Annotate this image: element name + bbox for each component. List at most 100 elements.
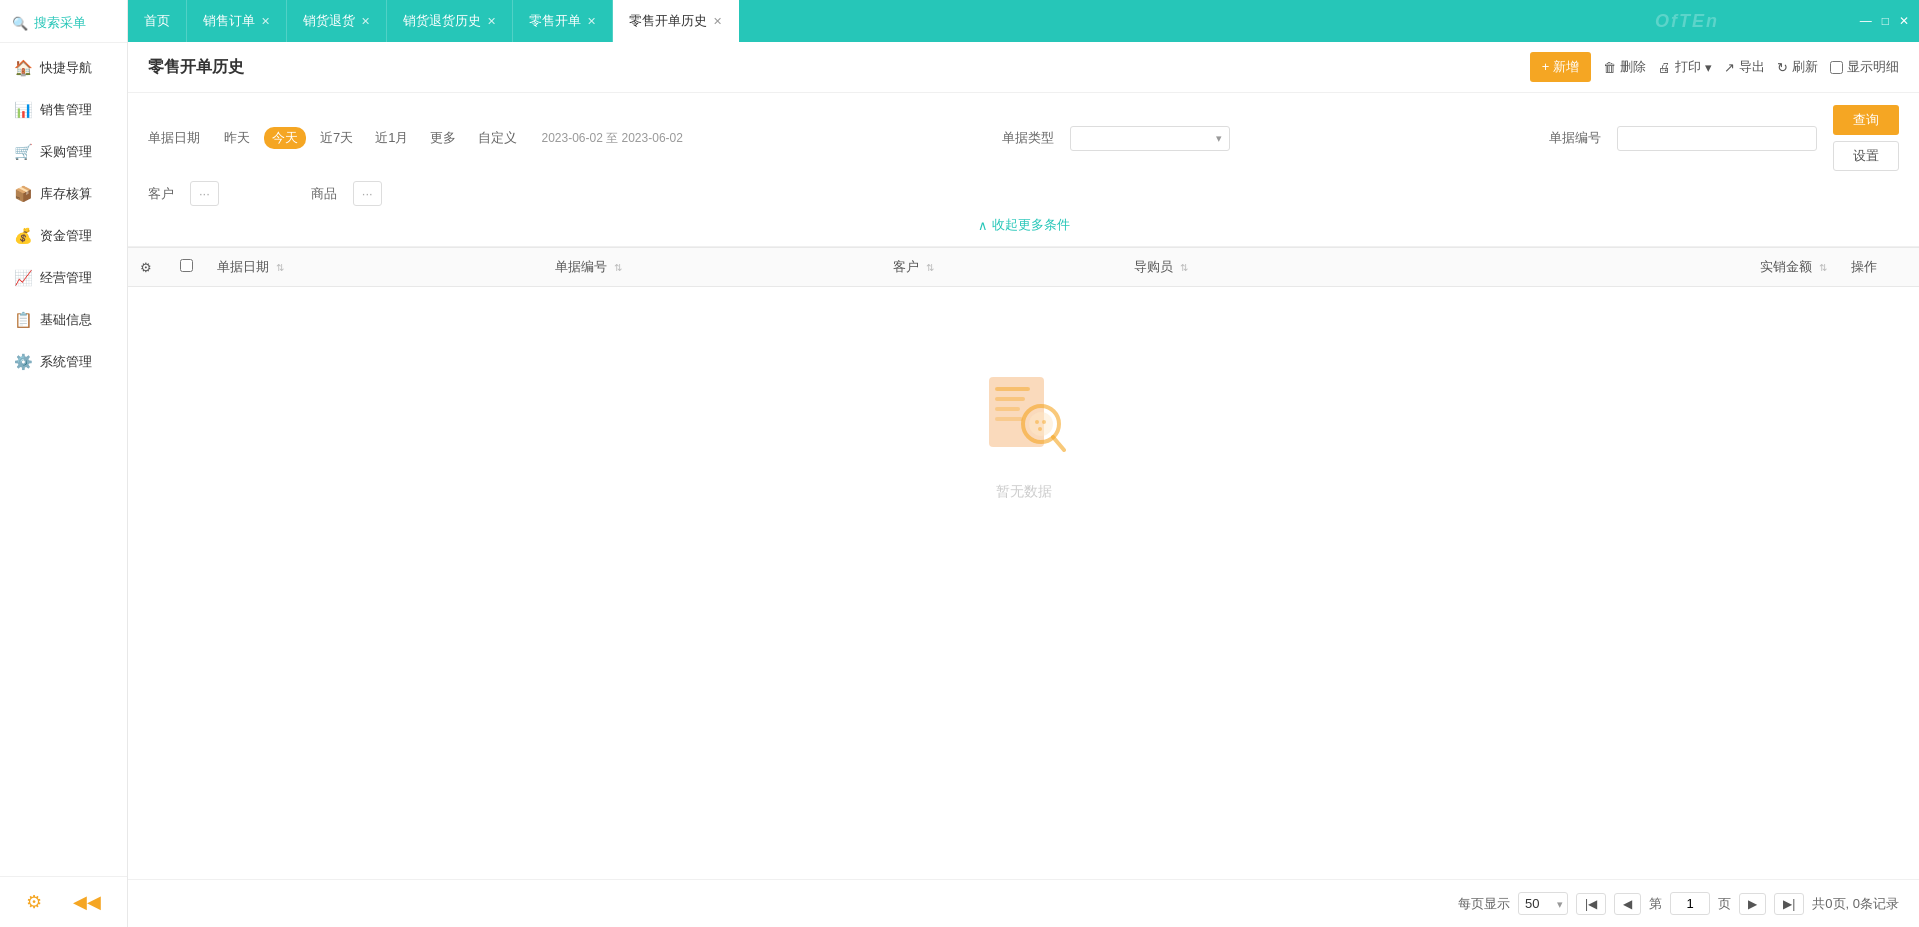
window-minimize-btn[interactable]: —	[1860, 14, 1872, 28]
print-button[interactable]: 🖨 打印 ▾	[1658, 58, 1712, 76]
toolbar: + 新增 🗑 删除 🖨 打印 ▾ ↗ 导出 ↻ 刷新 显示明细	[1530, 52, 1899, 82]
sidebar-item-label-finance: 资金管理	[40, 227, 92, 245]
tab-bar-right: — □ ✕	[1860, 14, 1919, 28]
display-detail-input[interactable]	[1830, 61, 1843, 74]
sidebar-menu: 🏠 快捷导航 📊 销售管理 🛒 采购管理 📦 库存核算 💰 资金管理 📈 经营管…	[0, 43, 127, 876]
tab-sales-return[interactable]: 销货退货 ✕	[287, 0, 387, 42]
refresh-button[interactable]: ↻ 刷新	[1777, 58, 1818, 76]
export-button[interactable]: ↗ 导出	[1724, 58, 1765, 76]
date-btn-今天[interactable]: 今天	[264, 127, 306, 149]
page-first-btn[interactable]: |◀	[1576, 893, 1606, 915]
th-guide-label: 导购员	[1134, 259, 1173, 274]
th-number-label: 单据编号	[555, 259, 607, 274]
empty-icon	[964, 367, 1084, 467]
tab-label-retail-open: 零售开单	[529, 12, 581, 30]
date-sort-icon: ⇅	[276, 262, 284, 273]
date-btn-自定义[interactable]: 自定义	[470, 127, 525, 149]
filter-area: 单据日期 昨天今天近7天近1月更多自定义 2023-06-02 至 2023-0…	[128, 93, 1919, 247]
svg-point-6	[1029, 412, 1053, 436]
display-detail-checkbox[interactable]: 显示明细	[1830, 58, 1899, 76]
delete-button[interactable]: 🗑 删除	[1603, 58, 1646, 76]
th-guide[interactable]: 导购员 ⇅	[1122, 248, 1412, 287]
svg-point-8	[1035, 420, 1039, 424]
query-button[interactable]: 查询	[1833, 105, 1899, 135]
date-btn-近7天[interactable]: 近7天	[312, 127, 361, 149]
tab-close-sales-return[interactable]: ✕	[361, 16, 370, 27]
svg-rect-3	[995, 407, 1020, 411]
th-customer[interactable]: 客户 ⇅	[881, 248, 1122, 287]
delete-icon: 🗑	[1603, 60, 1616, 75]
page-next-btn[interactable]: ▶	[1739, 893, 1766, 915]
tab-retail-open-history[interactable]: 零售开单历史✕	[613, 0, 739, 42]
collapse-button[interactable]: ∧ 收起更多条件	[978, 216, 1070, 234]
window-maximize-btn[interactable]: □	[1882, 14, 1889, 28]
sidebar: 🔍 搜索采单 🏠 快捷导航 📊 销售管理 🛒 采购管理 📦 库存核算 💰 资金管…	[0, 0, 128, 927]
sidebar-item-basic[interactable]: 📋 基础信息	[0, 299, 127, 341]
sidebar-item-purchase[interactable]: 🛒 采购管理	[0, 131, 127, 173]
tab-close-retail-open-history[interactable]: ✕	[713, 16, 722, 27]
setting-button[interactable]: 设置	[1833, 141, 1899, 171]
type-select-wrap	[1070, 126, 1230, 151]
th-ops: 操作	[1839, 248, 1919, 287]
data-table: ⚙ 单据日期 ⇅ 单据编号 ⇅ 客户 ⇅	[128, 247, 1919, 541]
sidebar-item-label-operations: 经营管理	[40, 269, 92, 287]
sidebar-item-label-basic: 基础信息	[40, 311, 92, 329]
print-label: 打印	[1675, 58, 1701, 76]
collapse-icon: ∧	[978, 218, 988, 233]
date-btn-更多[interactable]: 更多	[422, 127, 464, 149]
select-all-checkbox[interactable]	[180, 259, 193, 272]
page-size-select[interactable]: 50 20 100	[1518, 892, 1568, 915]
sidebar-item-inventory[interactable]: 📦 库存核算	[0, 173, 127, 215]
date-btn-近1月[interactable]: 近1月	[367, 127, 416, 149]
svg-rect-4	[995, 417, 1023, 421]
number-filter-input[interactable]	[1617, 126, 1817, 151]
number-sort-icon: ⇅	[614, 262, 622, 273]
tab-retail-open[interactable]: 零售开单 ✕	[513, 0, 613, 42]
sidebar-item-label-inventory: 库存核算	[40, 185, 92, 203]
window-close-btn[interactable]: ✕	[1899, 14, 1909, 28]
filter-dates: 昨天今天近7天近1月更多自定义	[216, 127, 525, 149]
sidebar-item-quick-nav[interactable]: 🏠 快捷导航	[0, 47, 127, 89]
tab-close-sales-return-history[interactable]: ✕	[487, 16, 496, 27]
type-select[interactable]	[1070, 126, 1230, 151]
amount-sort-icon: ⇅	[1819, 262, 1827, 273]
sidebar-item-operations[interactable]: 📈 经营管理	[0, 257, 127, 299]
sidebar-footer: ⚙ ◀◀	[0, 876, 127, 927]
th-date[interactable]: 单据日期 ⇅	[205, 248, 543, 287]
sidebar-item-finance[interactable]: 💰 资金管理	[0, 215, 127, 257]
collapse-sidebar-btn[interactable]: ◀◀	[65, 887, 109, 917]
page-prev-btn[interactable]: ◀	[1614, 893, 1641, 915]
tab-home[interactable]: 首页	[128, 0, 187, 42]
tab-close-sales-order[interactable]: ✕	[261, 16, 270, 27]
add-button[interactable]: + 新增	[1530, 52, 1591, 82]
guide-sort-icon: ⇅	[1180, 262, 1188, 273]
th-amount[interactable]: 实销金额 ⇅	[1501, 248, 1839, 287]
sidebar-item-system[interactable]: ⚙️ 系统管理	[0, 341, 127, 383]
sidebar-search[interactable]: 🔍 搜索采单	[0, 0, 127, 43]
finance-icon: 💰	[14, 227, 32, 245]
date-btn-昨天[interactable]: 昨天	[216, 127, 258, 149]
page-last-btn[interactable]: ▶|	[1774, 893, 1804, 915]
quick-nav-icon: 🏠	[14, 59, 32, 77]
basic-icon: 📋	[14, 311, 32, 329]
th-number[interactable]: 单据编号 ⇅	[543, 248, 881, 287]
th-amount-label: 实销金额	[1760, 259, 1812, 274]
page-suffix: 页	[1718, 895, 1731, 913]
empty-text: 暂无数据	[996, 483, 1052, 501]
table-wrap: ⚙ 单据日期 ⇅ 单据编号 ⇅ 客户 ⇅	[128, 247, 1919, 879]
sidebar-item-sales[interactable]: 📊 销售管理	[0, 89, 127, 131]
th-checkbox[interactable]	[168, 248, 205, 287]
th-setting[interactable]: ⚙	[128, 248, 168, 287]
goods-filter-dots[interactable]: ···	[353, 181, 382, 206]
tab-close-retail-open[interactable]: ✕	[587, 16, 596, 27]
sales-icon: 📊	[14, 101, 32, 119]
settings-footer-btn[interactable]: ⚙	[18, 887, 50, 917]
tab-label-sales-return: 销货退货	[303, 12, 355, 30]
tab-sales-order[interactable]: 销售订单✕	[187, 0, 287, 42]
search-icon: 🔍	[12, 16, 28, 31]
page-input[interactable]	[1670, 892, 1710, 915]
tab-sales-return-history[interactable]: 销货退货历史✕	[387, 0, 513, 42]
page-title: 零售开单历史	[148, 57, 244, 78]
customer-filter-dots[interactable]: ···	[190, 181, 219, 206]
th-ops-label: 操作	[1851, 259, 1877, 274]
